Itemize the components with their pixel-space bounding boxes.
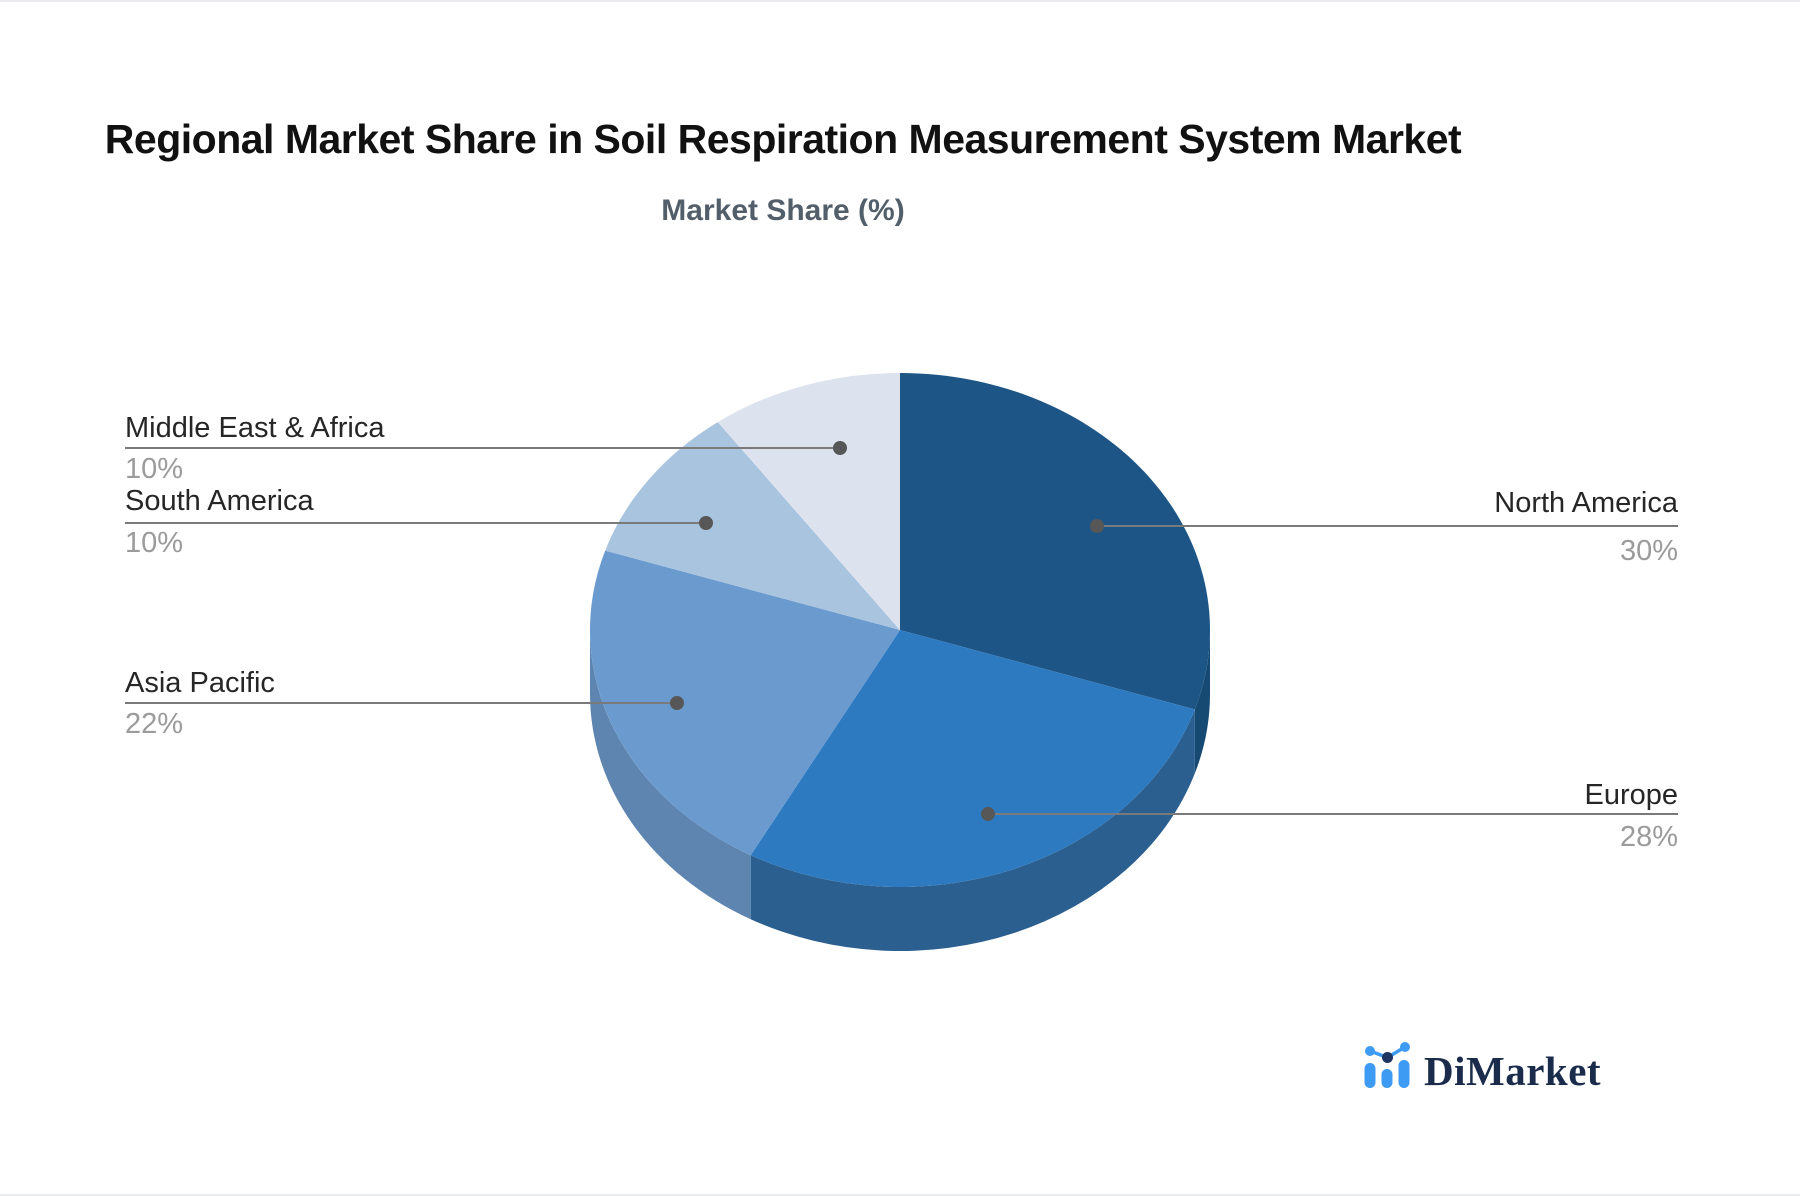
slice-label-asia-pacific: Asia Pacific	[125, 667, 275, 699]
slice-pct-asia-pacific: 22%	[125, 708, 183, 740]
slice-label-north-america: North America	[1494, 487, 1679, 519]
pie-chart[interactable]: North America 30% Europe 28% Asia Pacific 22%…	[0, 0, 1800, 1196]
slice-pct-south-america: 10%	[125, 527, 183, 559]
slice-label-middle-east-africa: Middle East & Africa	[125, 412, 385, 444]
slice-pct-europe: 28%	[1620, 821, 1678, 853]
leader-dot-asia-pacific	[670, 696, 684, 710]
slice-pct-middle-east-africa: 10%	[125, 453, 183, 485]
leader-dot-north-america	[1090, 519, 1104, 533]
leader-dot-south-america	[699, 516, 713, 530]
slice-pct-north-america: 30%	[1620, 535, 1678, 567]
dimarket-logo: DiMarket	[1363, 1034, 1601, 1092]
dimarket-logo-text: DiMarket	[1424, 1048, 1602, 1094]
leader-dot-middle-east-africa	[833, 441, 847, 455]
slice-label-europe: Europe	[1584, 779, 1678, 811]
dimarket-logo-icon	[1364, 1042, 1410, 1088]
slice-label-south-america: South America	[125, 485, 314, 517]
leader-dot-europe	[981, 807, 995, 821]
